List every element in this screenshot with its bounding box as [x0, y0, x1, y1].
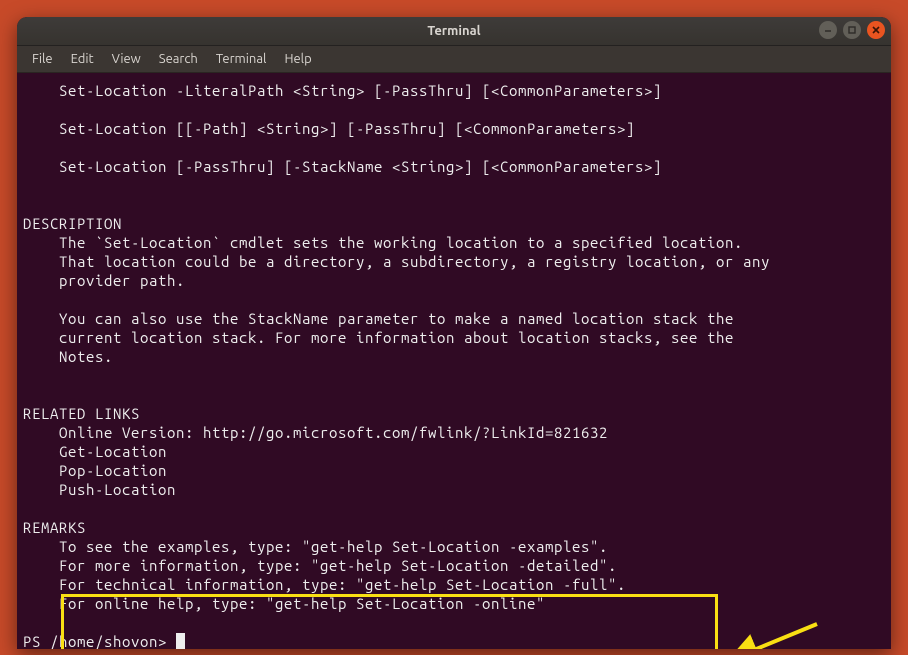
menu-file[interactable]: File — [23, 50, 62, 68]
shell-prompt: PS /home/shovon> — [23, 633, 176, 649]
description-line: You can also use the StackName parameter… — [59, 310, 734, 327]
maximize-button[interactable] — [843, 21, 861, 39]
menu-help[interactable]: Help — [275, 50, 320, 68]
terminal-window: Terminal File Edit View Search Terminal … — [17, 17, 891, 649]
remarks-line: For technical information, type: "get-he… — [59, 576, 626, 593]
description-line: The `Set-Location` cmdlet sets the worki… — [59, 234, 743, 251]
terminal-output[interactable]: Set-Location -LiteralPath <String> [-Pas… — [17, 73, 891, 649]
syntax-line: Set-Location [-PassThru] [-StackName <St… — [23, 158, 662, 175]
description-line: Notes. — [59, 348, 113, 365]
remarks-line: For more information, type: "get-help Se… — [59, 557, 617, 574]
description-line: That location could be a directory, a su… — [59, 253, 770, 270]
description-line: current location stack. For more informa… — [59, 329, 734, 346]
window-title: Terminal — [17, 24, 891, 38]
syntax-line: Set-Location [[-Path] <String>] [-PassTh… — [23, 120, 635, 137]
remarks-line: To see the examples, type: "get-help Set… — [59, 538, 608, 555]
section-heading: DESCRIPTION — [23, 215, 122, 232]
related-link: Get-Location — [59, 443, 167, 460]
description-line: provider path. — [59, 272, 185, 289]
section-heading: RELATED LINKS — [23, 405, 140, 422]
syntax-line: Set-Location -LiteralPath <String> [-Pas… — [23, 82, 662, 99]
menu-view[interactable]: View — [103, 50, 150, 68]
terminal-body[interactable]: Set-Location -LiteralPath <String> [-Pas… — [17, 73, 891, 649]
window-controls — [819, 21, 885, 39]
remarks-line: For online help, type: "get-help Set-Loc… — [59, 595, 545, 612]
menu-edit[interactable]: Edit — [62, 50, 103, 68]
cursor — [176, 633, 185, 649]
menu-bar: File Edit View Search Terminal Help — [17, 46, 891, 73]
minimize-icon — [823, 25, 833, 35]
title-bar[interactable]: Terminal — [17, 17, 891, 46]
related-link: Push-Location — [59, 481, 176, 498]
minimize-button[interactable] — [819, 21, 837, 39]
menu-search[interactable]: Search — [150, 50, 207, 68]
close-button[interactable] — [867, 21, 885, 39]
related-link: Online Version: http://go.microsoft.com/… — [59, 424, 608, 441]
menu-terminal[interactable]: Terminal — [207, 50, 276, 68]
close-icon — [871, 25, 881, 35]
section-heading: REMARKS — [23, 519, 86, 536]
related-link: Pop-Location — [59, 462, 167, 479]
maximize-icon — [847, 25, 857, 35]
